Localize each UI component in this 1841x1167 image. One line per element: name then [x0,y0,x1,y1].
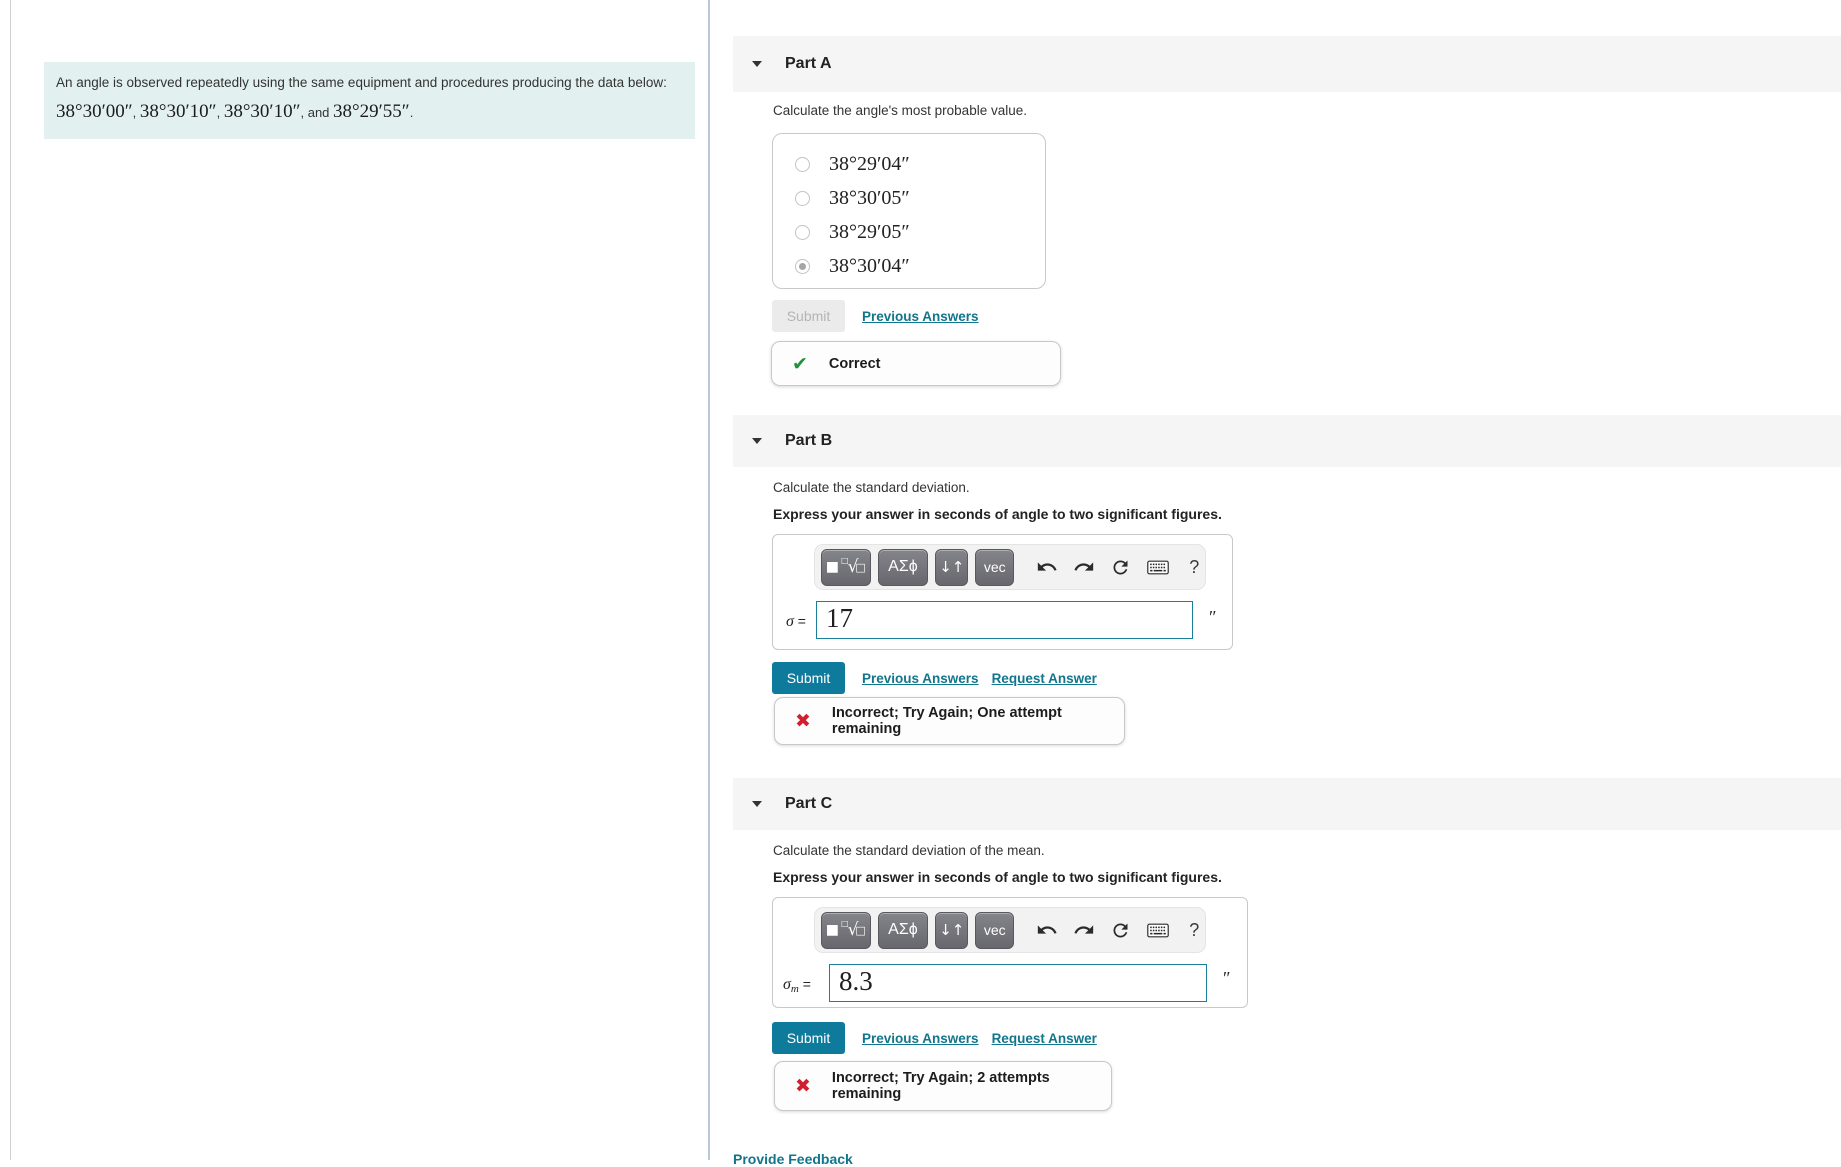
part-a-action-row: Submit Previous Answers [772,300,979,332]
radio-button-icon[interactable] [795,224,810,240]
math-toolbar: ■ □ √ □ ΑΣϕ ↓↑ vec ? [814,907,1206,953]
radio-option-4[interactable]: 38°30′04″ [795,249,1045,283]
angle-value: 38°29′55″ [333,100,410,122]
part-c-header[interactable]: Part C [733,778,1841,830]
part-a-submit-button[interactable]: Submit [772,300,845,332]
greek-symbols-button[interactable]: ΑΣϕ [877,548,929,586]
part-b-answer-input[interactable]: 17 [816,601,1193,639]
part-b-prompt: Calculate the standard deviation. [773,480,970,495]
help-button[interactable]: ? [1184,919,1205,941]
part-c-answer-input[interactable]: 8.3 [829,964,1207,1002]
part-b-instruction: Express your answer in seconds of angle … [773,506,1222,522]
part-b-header[interactable]: Part B [733,415,1841,467]
undo-redo-arrows-button[interactable]: ↓↑ [935,548,969,586]
part-a-result-box: ✔ Correct [771,341,1061,386]
angle-value: 38°30′10″ [139,100,217,122]
check-icon: ✔ [792,352,808,375]
panel-splitter[interactable] [708,0,710,1160]
part-b-request-answer-link[interactable]: Request Answer [992,671,1097,686]
part-b-unit-arcseconds: ″ [1209,607,1217,627]
part-a-prompt: Calculate the angle's most probable valu… [773,103,1027,118]
radio-button-icon[interactable] [795,190,810,206]
keyboard-icon[interactable] [1146,919,1169,941]
part-b-math-input-widget: ■ □ √ □ ΑΣϕ ↓↑ vec ? σ = 17 ″ [772,534,1233,650]
left-panel-border [10,0,11,1160]
problem-data-values: 38°30′00″, 38°30′10″, 38°30′10″, and 38°… [56,100,414,122]
redo-icon[interactable] [1073,919,1095,941]
part-a-result-text: Correct [828,355,881,372]
part-c-previous-answers-link[interactable]: Previous Answers [862,1031,979,1046]
radio-option-1[interactable]: 38°29′04″ [795,147,1045,181]
part-c-unit-arcseconds: ″ [1223,968,1231,988]
part-b-previous-answers-link[interactable]: Previous Answers [862,671,979,686]
radio-button-icon[interactable] [795,156,810,172]
problem-statement: An angle is observed repeatedly using th… [56,75,667,90]
radio-option-3[interactable]: 38°29′05″ [795,215,1045,249]
keyboard-icon[interactable] [1146,556,1169,578]
part-c-result-text: Incorrect; Try Again; 2 attempts remaini… [831,1070,1050,1102]
assignment-page: An angle is observed repeatedly using th… [0,0,1841,1167]
radio-option-label: 38°29′05″ [829,220,910,243]
reset-icon[interactable] [1110,556,1131,578]
part-c-variable-label: σm = [783,976,811,995]
part-a-header[interactable]: Part A [733,36,1841,92]
vector-button[interactable]: vec [975,911,1015,949]
undo-icon[interactable] [1036,556,1058,578]
undo-redo-arrows-button[interactable]: ↓↑ [935,911,969,949]
part-c-action-row: Submit Previous Answers Request Answer [772,1022,1097,1054]
reset-icon[interactable] [1110,919,1131,941]
math-templates-button[interactable]: ■ □ √ □ [821,911,871,949]
provide-feedback-link[interactable]: Provide Feedback [733,1151,853,1167]
part-b-variable-label: σ = [786,613,806,630]
collapse-caret-icon[interactable] [752,438,762,444]
problem-statement-box: An angle is observed repeatedly using th… [44,62,695,139]
radio-button-selected-icon[interactable] [795,258,810,274]
part-b-result-box: ✖ Incorrect; Try Again; One attempt rema… [774,697,1125,745]
part-b-title: Part B [785,432,833,449]
collapse-caret-icon[interactable] [752,61,762,67]
part-c-submit-button[interactable]: Submit [772,1022,845,1054]
part-a-previous-answers-link[interactable]: Previous Answers [862,309,979,324]
part-c-math-input-widget: ■ □ √ □ ΑΣϕ ↓↑ vec ? σm = 8.3 ″ [772,897,1248,1008]
part-a-title: Part A [785,55,832,72]
angle-value: 38°30′10″ [223,100,301,122]
incorrect-x-icon: ✖ [795,1075,811,1097]
part-b-result-text: Incorrect; Try Again; One attempt remain… [831,705,1062,737]
part-b-submit-button[interactable]: Submit [772,662,845,694]
part-c-prompt: Calculate the standard deviation of the … [773,843,1045,858]
part-a-answer-choices: 38°29′04″ 38°30′05″ 38°29′05″ 38°30′04″ [772,133,1046,289]
part-c-instruction: Express your answer in seconds of angle … [773,869,1222,885]
angle-value: 38°30′00″ [56,100,133,122]
radio-option-label: 38°30′05″ [829,186,910,209]
greek-symbols-button[interactable]: ΑΣϕ [877,911,929,949]
math-templates-button[interactable]: ■ □ √ □ [821,548,871,586]
vector-button[interactable]: vec [975,548,1015,586]
radio-option-label: 38°30′04″ [829,254,910,277]
undo-icon[interactable] [1036,919,1058,941]
part-c-request-answer-link[interactable]: Request Answer [992,1031,1097,1046]
part-c-title: Part C [785,795,833,812]
redo-icon[interactable] [1073,556,1095,578]
help-button[interactable]: ? [1184,556,1205,578]
collapse-caret-icon[interactable] [752,801,762,807]
radio-option-label: 38°29′04″ [829,152,910,175]
radio-option-2[interactable]: 38°30′05″ [795,181,1045,215]
incorrect-x-icon: ✖ [795,710,811,732]
part-b-action-row: Submit Previous Answers Request Answer [772,662,1097,694]
part-c-result-box: ✖ Incorrect; Try Again; 2 attempts remai… [774,1061,1112,1111]
math-toolbar: ■ □ √ □ ΑΣϕ ↓↑ vec ? [814,544,1206,590]
